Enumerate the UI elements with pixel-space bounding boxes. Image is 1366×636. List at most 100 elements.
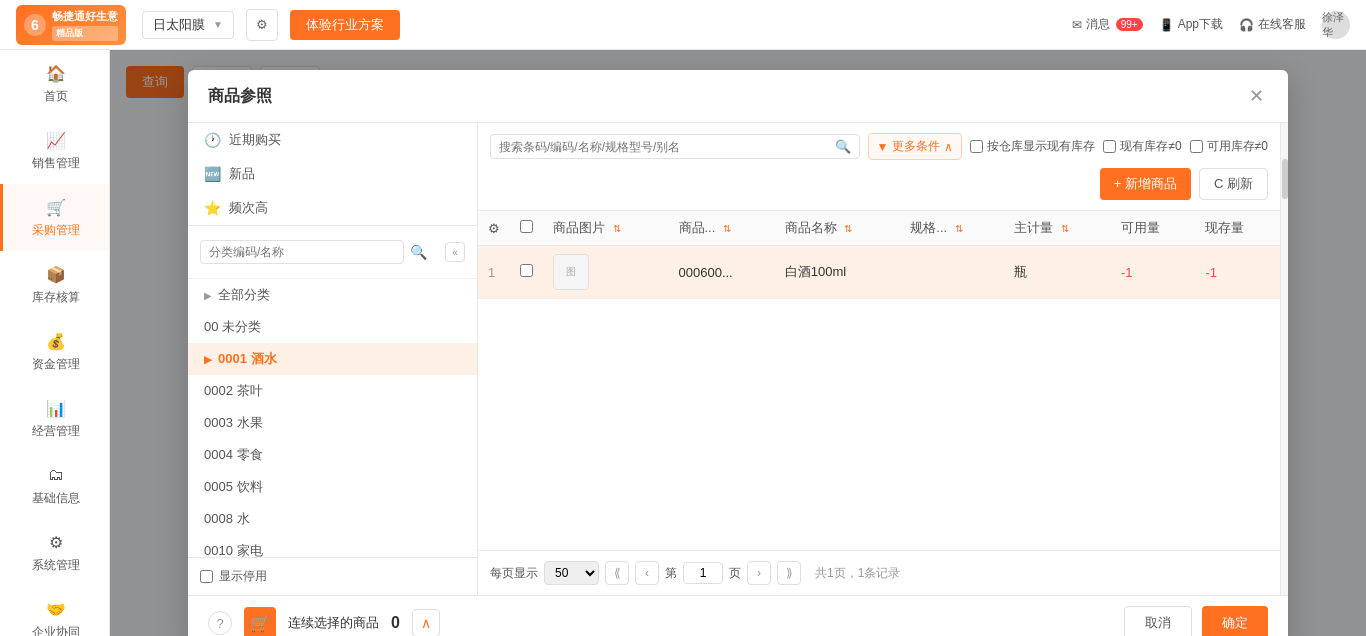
finance-icon: 💰 bbox=[45, 330, 67, 352]
sidebar-item-finance[interactable]: 💰 资金管理 bbox=[0, 318, 109, 385]
category-arrow-icon: ▶ bbox=[204, 354, 212, 365]
modal-header: 商品参照 ✕ bbox=[188, 70, 1288, 123]
show-disabled-checkbox[interactable] bbox=[200, 570, 213, 583]
row-checkbox-cell[interactable] bbox=[510, 246, 543, 299]
sidebar-item-home[interactable]: 🏠 首页 bbox=[0, 50, 109, 117]
tab-frequent[interactable]: ⭐ 频次高 bbox=[188, 191, 477, 225]
refresh-button[interactable]: C 刷新 bbox=[1199, 168, 1268, 200]
help-button[interactable]: ? bbox=[208, 611, 232, 635]
sidebar-item-base-info[interactable]: 🗂 基础信息 bbox=[0, 452, 109, 519]
th-avail: 可用量 bbox=[1111, 211, 1196, 246]
category-all[interactable]: ▶ 全部分类 bbox=[188, 279, 477, 311]
sidebar-label-operations: 经营管理 bbox=[32, 423, 80, 440]
avail-checkbox[interactable] bbox=[1190, 140, 1203, 153]
scrollbar-thumb[interactable] bbox=[1282, 159, 1288, 199]
category-search-input[interactable] bbox=[200, 240, 404, 264]
phone-icon: 📱 bbox=[1159, 18, 1174, 32]
logo-icon: 6 bbox=[24, 14, 46, 36]
page-last-button[interactable]: ⟫ bbox=[777, 561, 801, 585]
sidebar-label-system: 系统管理 bbox=[32, 557, 80, 574]
row-avail: -1 bbox=[1111, 246, 1196, 299]
store-dropdown[interactable]: 日太阳膜 ▼ bbox=[142, 11, 234, 39]
sort-name-icon: ⇅ bbox=[844, 223, 852, 234]
messages-button[interactable]: ✉ 消息 99+ bbox=[1072, 16, 1143, 33]
page-next-button[interactable]: › bbox=[747, 561, 771, 585]
warehouse-filter[interactable]: 按仓库显示现有库存 bbox=[970, 138, 1095, 155]
star-icon: ⭐ bbox=[204, 200, 221, 216]
sidebar-label-finance: 资金管理 bbox=[32, 356, 80, 373]
avail-filter[interactable]: 可用库存≠0 bbox=[1190, 138, 1268, 155]
sidebar-item-sales[interactable]: 📈 销售管理 bbox=[0, 117, 109, 184]
row-code: 000600... bbox=[669, 246, 775, 299]
page-prev-button[interactable]: ‹ bbox=[635, 561, 659, 585]
row-stock: -1 bbox=[1195, 246, 1280, 299]
cart-icon[interactable]: 🛒 bbox=[244, 607, 276, 636]
row-checkbox[interactable] bbox=[520, 264, 533, 277]
category-search-icon[interactable]: 🔍 bbox=[410, 244, 427, 260]
right-toolbar: 🔍 ▼ 更多条件 ∧ 按仓库显示现有库存 bbox=[478, 123, 1280, 211]
filter-more-button[interactable]: ▼ 更多条件 ∧ bbox=[868, 133, 963, 160]
row-unit: 瓶 bbox=[1004, 246, 1111, 299]
customer-service-button[interactable]: 🎧 在线客服 bbox=[1239, 16, 1306, 33]
collapse-button[interactable]: « bbox=[445, 242, 465, 262]
category-0008[interactable]: 0008 水 bbox=[188, 503, 477, 535]
filter-icon: ▼ bbox=[877, 140, 889, 154]
stock-filter[interactable]: 现有库存≠0 bbox=[1103, 138, 1181, 155]
modal-title: 商品参照 bbox=[208, 86, 272, 107]
tab-new[interactable]: 🆕 新品 bbox=[188, 157, 477, 191]
category-0004[interactable]: 0004 零食 bbox=[188, 439, 477, 471]
category-0010[interactable]: 0010 家电 bbox=[188, 535, 477, 557]
sidebar-item-inventory[interactable]: 📦 库存核算 bbox=[0, 251, 109, 318]
toolbar-actions: + 新增商品 C 刷新 bbox=[1100, 168, 1268, 200]
warehouse-checkbox[interactable] bbox=[970, 140, 983, 153]
sales-icon: 📈 bbox=[45, 129, 67, 151]
settings-icon[interactable]: ⚙ bbox=[246, 9, 278, 41]
collab-icon: 🤝 bbox=[45, 598, 67, 620]
footer-collapse-button[interactable]: ∧ bbox=[412, 609, 440, 636]
dropdown-arrow-icon: ▼ bbox=[213, 19, 223, 30]
product-image: 图 bbox=[553, 254, 589, 290]
category-0003[interactable]: 0003 水果 bbox=[188, 407, 477, 439]
category-uncategorized[interactable]: 00 未分类 bbox=[188, 311, 477, 343]
tab-recent[interactable]: 🕐 近期购买 bbox=[188, 123, 477, 157]
page-number-input[interactable] bbox=[683, 562, 723, 584]
category-0002[interactable]: 0002 茶叶 bbox=[188, 375, 477, 407]
th-spec: 规格... ⇅ bbox=[900, 211, 1004, 246]
category-0005[interactable]: 0005 饮料 bbox=[188, 471, 477, 503]
new-icon: 🆕 bbox=[204, 166, 221, 182]
th-checkbox[interactable] bbox=[510, 211, 543, 246]
table-row[interactable]: 1 图 000600... 白酒100ml 瓶 bbox=[478, 246, 1280, 299]
page-first-button[interactable]: ⟪ bbox=[605, 561, 629, 585]
app-download-button[interactable]: 📱 App下载 bbox=[1159, 16, 1223, 33]
cancel-button[interactable]: 取消 bbox=[1124, 606, 1192, 636]
show-disabled-label[interactable]: 显示停用 bbox=[219, 568, 267, 585]
sidebar-item-collab[interactable]: 🤝 企业协同 bbox=[0, 586, 109, 636]
product-table-container: ⚙ 商品图片 ⇅ 商品... ⇅ bbox=[478, 211, 1280, 550]
sidebar-item-system[interactable]: ⚙ 系统管理 bbox=[0, 519, 109, 586]
th-code: 商品... ⇅ bbox=[669, 211, 775, 246]
stock-checkbox[interactable] bbox=[1103, 140, 1116, 153]
category-0001[interactable]: ▶ 0001 酒水 bbox=[188, 343, 477, 375]
modal-close-button[interactable]: ✕ bbox=[1244, 84, 1268, 108]
avatar[interactable]: 徐泽华 bbox=[1322, 11, 1350, 39]
sidebar-label-purchase: 采购管理 bbox=[32, 222, 80, 239]
sidebar: 🏠 首页 📈 销售管理 🛒 采购管理 📦 库存核算 💰 资金管理 📊 经营管理 … bbox=[0, 50, 110, 636]
sidebar-label-home: 首页 bbox=[44, 88, 68, 105]
operations-icon: 📊 bbox=[45, 397, 67, 419]
product-search-input[interactable] bbox=[499, 140, 835, 154]
add-product-button[interactable]: + 新增商品 bbox=[1100, 168, 1191, 200]
sidebar-label-inventory: 库存核算 bbox=[32, 289, 80, 306]
main-layout: 🏠 首页 📈 销售管理 🛒 采购管理 📦 库存核算 💰 资金管理 📊 经营管理 … bbox=[0, 50, 1366, 636]
per-page-select[interactable]: 50 100 200 bbox=[544, 561, 599, 585]
product-search-icon[interactable]: 🔍 bbox=[835, 139, 851, 154]
sidebar-item-operations[interactable]: 📊 经营管理 bbox=[0, 385, 109, 452]
recent-icon: 🕐 bbox=[204, 132, 221, 148]
table-scrollbar[interactable] bbox=[1280, 123, 1288, 595]
topbar-right: ✉ 消息 99+ 📱 App下载 🎧 在线客服 徐泽华 bbox=[1072, 11, 1350, 39]
th-settings[interactable]: ⚙ bbox=[478, 211, 510, 246]
confirm-button[interactable]: 确定 bbox=[1202, 606, 1268, 636]
sidebar-item-purchase[interactable]: 🛒 采购管理 bbox=[0, 184, 109, 251]
select-all-checkbox[interactable] bbox=[520, 220, 533, 233]
trial-button[interactable]: 体验行业方案 bbox=[290, 10, 400, 40]
th-image: 商品图片 ⇅ bbox=[543, 211, 669, 246]
